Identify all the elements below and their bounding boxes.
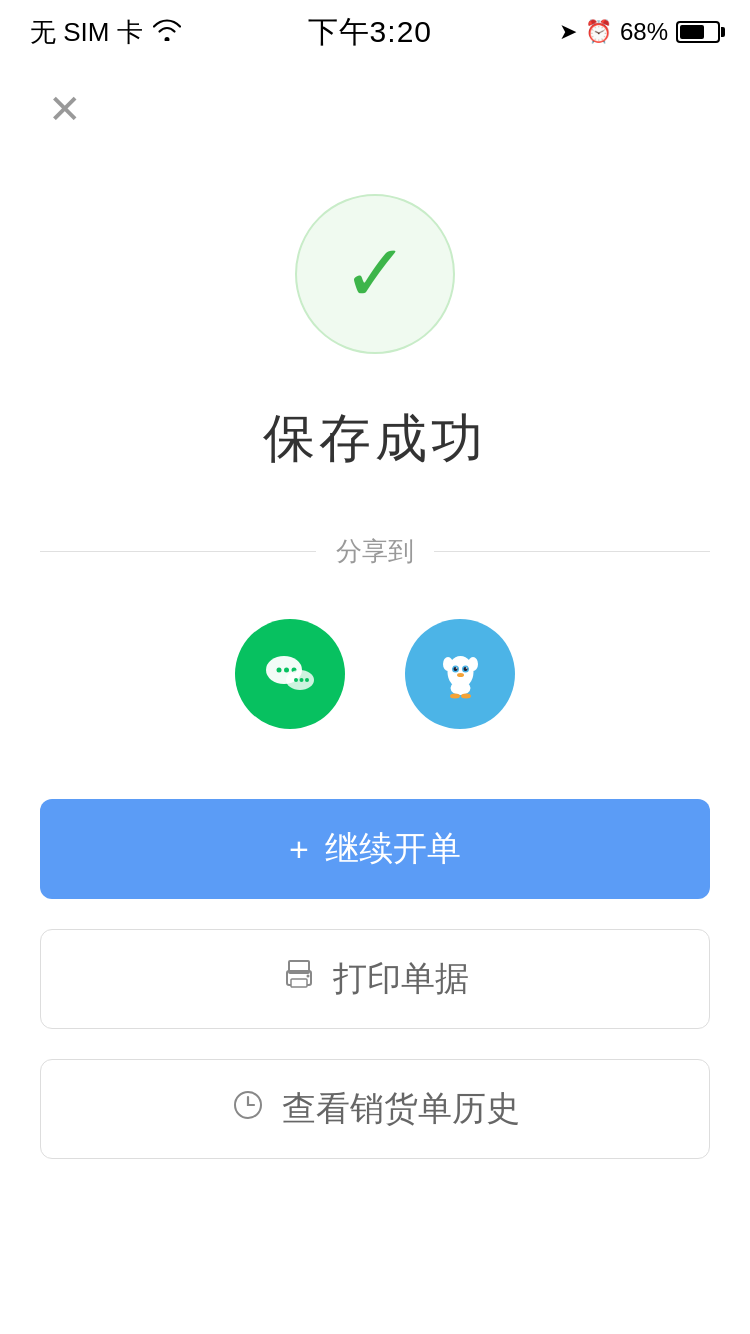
svg-rect-23 bbox=[291, 979, 307, 987]
divider-line-left bbox=[40, 551, 316, 552]
svg-point-17 bbox=[468, 657, 478, 671]
qq-share-button[interactable] bbox=[405, 619, 515, 729]
print-button[interactable]: 打印单据 bbox=[40, 929, 710, 1029]
share-divider: 分享到 bbox=[40, 534, 710, 569]
svg-point-7 bbox=[305, 678, 309, 682]
status-bar: 无 SIM 卡 下午3:20 ➤ ⏰ 68% bbox=[0, 0, 750, 64]
svg-point-1 bbox=[276, 667, 281, 672]
close-button[interactable]: ✕ bbox=[40, 84, 90, 134]
close-icon: ✕ bbox=[48, 89, 82, 129]
status-left: 无 SIM 卡 bbox=[30, 15, 181, 50]
share-icons bbox=[235, 619, 515, 729]
svg-point-24 bbox=[307, 975, 310, 978]
svg-point-15 bbox=[457, 673, 464, 677]
no-sim-label: 无 SIM 卡 bbox=[30, 15, 143, 50]
qq-icon bbox=[428, 642, 493, 707]
battery-icon bbox=[676, 21, 720, 43]
svg-point-5 bbox=[294, 678, 298, 682]
success-icon-wrap: ✓ bbox=[295, 194, 455, 354]
divider-line-right bbox=[434, 551, 710, 552]
svg-point-20 bbox=[461, 693, 471, 698]
location-icon: ➤ bbox=[559, 19, 577, 45]
history-icon bbox=[230, 1087, 266, 1131]
svg-point-6 bbox=[299, 678, 303, 682]
share-label: 分享到 bbox=[336, 534, 414, 569]
status-right: ➤ ⏰ 68% bbox=[559, 18, 720, 46]
continue-button[interactable]: + 继续开单 bbox=[40, 799, 710, 899]
wifi-icon bbox=[153, 17, 181, 48]
history-button[interactable]: 查看销货单历史 bbox=[40, 1059, 710, 1159]
svg-point-19 bbox=[450, 693, 460, 698]
continue-label: 继续开单 bbox=[325, 826, 461, 872]
svg-point-16 bbox=[443, 657, 453, 671]
print-icon bbox=[281, 957, 317, 1001]
svg-point-14 bbox=[465, 667, 467, 669]
checkmark-icon: ✓ bbox=[342, 234, 409, 314]
wechat-share-button[interactable] bbox=[235, 619, 345, 729]
main-content: ✓ 保存成功 分享到 bbox=[0, 134, 750, 1334]
alarm-icon: ⏰ bbox=[585, 19, 612, 45]
svg-point-2 bbox=[284, 667, 289, 672]
svg-point-13 bbox=[455, 667, 457, 669]
svg-point-18 bbox=[450, 681, 470, 695]
plus-icon: + bbox=[289, 830, 309, 869]
action-buttons: + 继续开单 打印单据 查看销货单历史 bbox=[40, 799, 710, 1159]
history-label: 查看销货单历史 bbox=[282, 1086, 520, 1132]
success-title: 保存成功 bbox=[263, 404, 487, 474]
battery-percent: 68% bbox=[620, 18, 668, 46]
wechat-icon bbox=[258, 642, 323, 707]
status-time: 下午3:20 bbox=[308, 12, 432, 53]
print-label: 打印单据 bbox=[333, 956, 469, 1002]
